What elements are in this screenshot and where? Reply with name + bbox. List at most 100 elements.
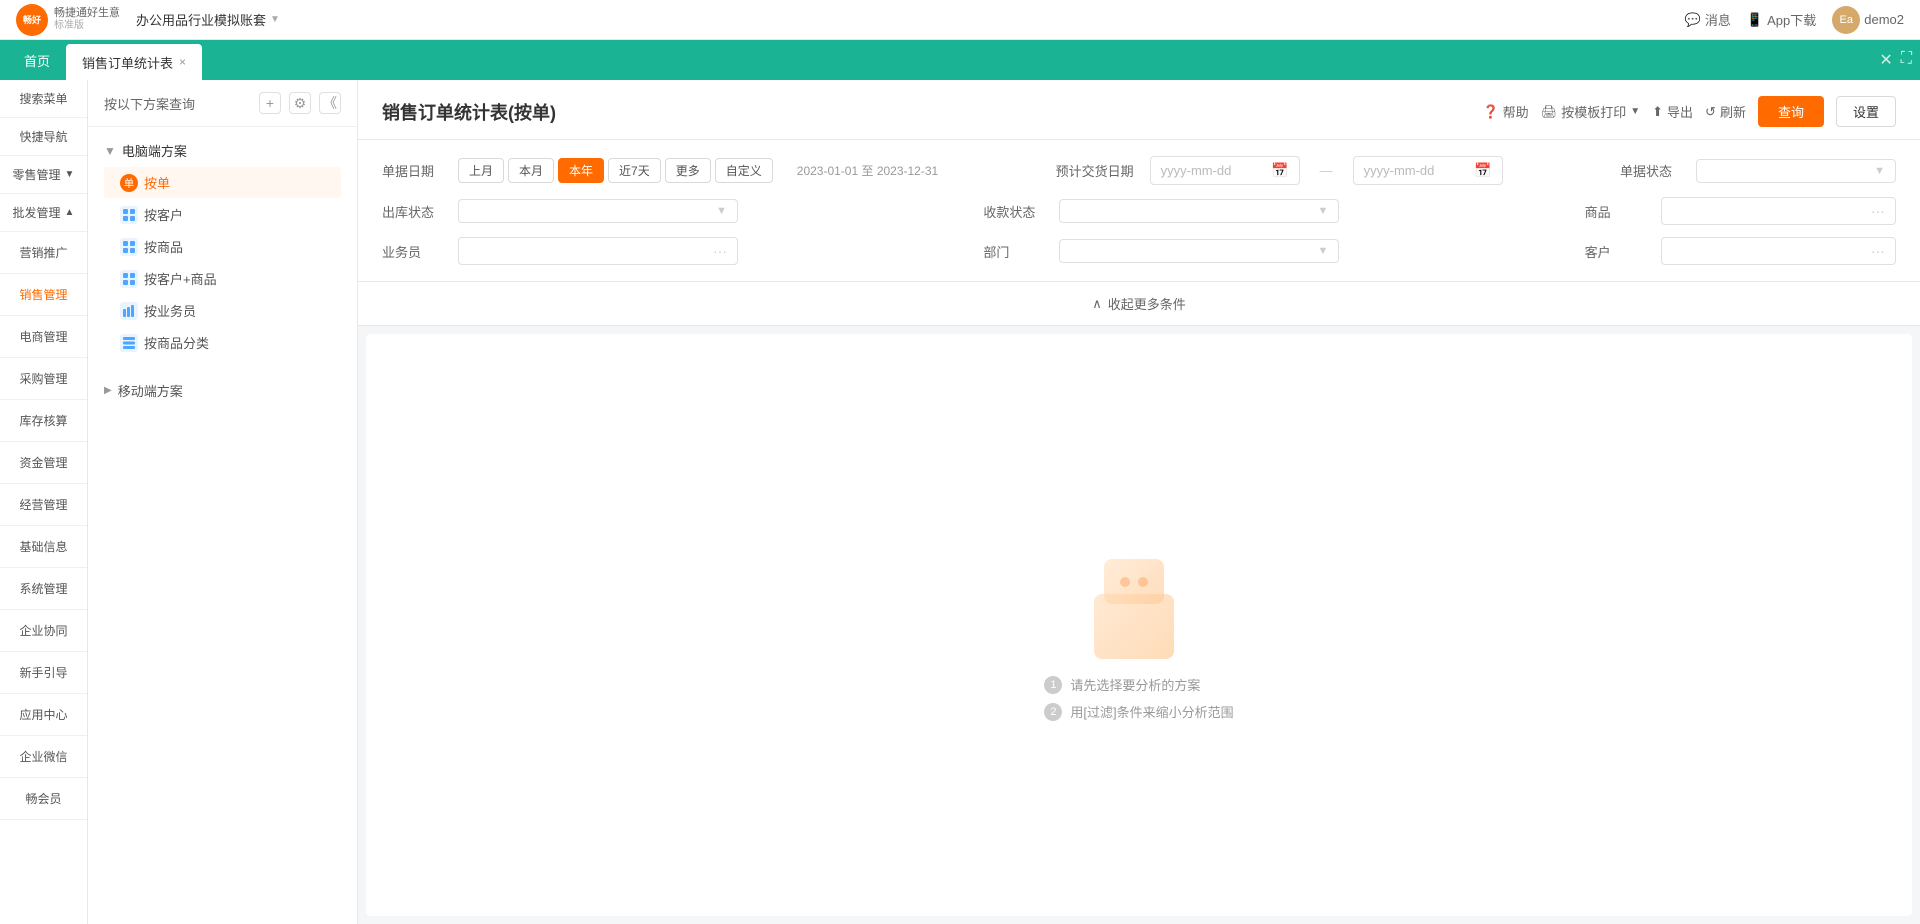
pc-section-title: ▼ 电脑端方案	[104, 135, 341, 166]
expected-date-label: 预计交货日期	[1056, 161, 1134, 180]
sidebar-quick-nav[interactable]: 快捷导航	[0, 118, 87, 156]
mobile-section: ▶ 移动端方案	[88, 367, 357, 414]
top-bar: 畅好 畅捷通好生意 标准版 办公用品行业模拟账套 ▼ 💬 消息 📱 App下载 …	[0, 0, 1920, 40]
export-icon: ⬆	[1652, 104, 1663, 120]
sidebar-item-wholesale[interactable]: 批发管理 ▲	[0, 194, 87, 232]
date-btn-custom[interactable]: 自定义	[715, 158, 773, 183]
print-icon: 🖨	[1541, 104, 1558, 120]
tab-home[interactable]: 首页	[8, 40, 66, 80]
app-selector[interactable]: 办公用品行业模拟账套 ▼	[136, 10, 280, 29]
collapse-bar: ∧ 收起更多条件	[358, 282, 1920, 326]
sidebar-item-finance[interactable]: 资金管理	[0, 442, 87, 484]
calendar-icon-start: 📅	[1271, 162, 1288, 179]
sidebar-item-operation[interactable]: 经营管理	[0, 484, 87, 526]
help-btn[interactable]: ❓ 帮助	[1482, 102, 1528, 121]
date-btn-more[interactable]: 更多	[665, 158, 711, 183]
user-area[interactable]: Ea demo2	[1832, 6, 1904, 34]
left-panel-header: 按以下方案查询 + ⚙ 《	[88, 80, 357, 127]
tip-num-2: 2	[1044, 703, 1062, 721]
scheme-icon-product	[120, 238, 138, 256]
scheme-icon-salesperson	[120, 302, 138, 320]
tree-expand-icon[interactable]: ▼	[104, 144, 116, 158]
maximize-icon[interactable]: ⛶	[1901, 50, 1912, 70]
dropdown-icon: ▼	[270, 14, 280, 25]
page-header: 销售订单统计表(按单) ❓ 帮助 🖨 按模板打印 ▼ ⬆ 导出	[358, 80, 1920, 140]
date-label: 单据日期	[382, 161, 442, 180]
date-btn-last-month[interactable]: 上月	[458, 158, 504, 183]
sidebar-item-cooperation[interactable]: 企业协同	[0, 610, 87, 652]
scheme-by-product-category[interactable]: 按商品分类	[104, 327, 341, 358]
collapse-icon: 《	[323, 93, 337, 113]
query-btn[interactable]: 查询	[1758, 96, 1824, 127]
settings-icon: ⚙	[294, 95, 307, 112]
sidebar-search[interactable]: 搜索菜单	[0, 80, 87, 118]
message-btn[interactable]: 💬 消息	[1685, 10, 1731, 29]
settings-btn[interactable]: 设置	[1836, 96, 1896, 127]
calendar-icon-end: 📅	[1474, 162, 1491, 179]
scheme-by-order[interactable]: 单 按单	[104, 167, 341, 198]
sidebar-item-basic[interactable]: 基础信息	[0, 526, 87, 568]
left-panel-title: 按以下方案查询	[104, 94, 195, 113]
logo-area: 畅好 畅捷通好生意 标准版	[16, 4, 120, 36]
settings-scheme-btn[interactable]: ⚙	[289, 92, 311, 114]
help-icon: ❓	[1482, 104, 1498, 120]
scheme-by-product[interactable]: 按商品	[104, 231, 341, 262]
delivery-arrow: ▼	[716, 205, 727, 217]
tab-sales-statistics[interactable]: 销售订单统计表 ×	[66, 44, 202, 80]
download-btn[interactable]: 📱 App下载	[1747, 10, 1816, 29]
tab-close-icon[interactable]: ×	[179, 55, 186, 69]
sidebar-item-newguide[interactable]: 新手引导	[0, 652, 87, 694]
print-dropdown-icon: ▼	[1630, 106, 1640, 117]
sidebar-item-appcenter[interactable]: 应用中心	[0, 694, 87, 736]
expected-end-date[interactable]: yyyy-mm-dd 📅	[1353, 156, 1503, 185]
filter-row-3: 业务员 ··· 部门 ▼ 客户 ···	[382, 237, 1896, 265]
date-btn-this-year[interactable]: 本年	[558, 158, 604, 183]
message-icon: 💬	[1685, 12, 1701, 28]
add-scheme-btn[interactable]: +	[259, 92, 281, 114]
customer-more-icon: ···	[1871, 243, 1885, 259]
sidebar-item-member[interactable]: 畅会员	[0, 778, 87, 820]
scheme-by-salesperson[interactable]: 按业务员	[104, 295, 341, 326]
sidebar: 搜索菜单 快捷导航 零售管理 ▼ 批发管理 ▲ 营销推广 销售管理 电商管理 采…	[0, 80, 88, 924]
sidebar-item-system[interactable]: 系统管理	[0, 568, 87, 610]
page-title: 销售订单统计表(按单)	[382, 99, 556, 125]
expected-start-date[interactable]: yyyy-mm-dd 📅	[1150, 156, 1300, 185]
payment-status-label: 收款状态	[983, 202, 1043, 221]
start-date-placeholder: yyyy-mm-dd	[1161, 163, 1266, 178]
close-window-icon[interactable]: ✕	[1879, 50, 1892, 70]
logo-text: 畅捷通好生意 标准版	[54, 7, 120, 32]
sidebar-item-marketing[interactable]: 营销推广	[0, 232, 87, 274]
scheme-icon-order: 单	[120, 174, 138, 192]
mobile-section-title[interactable]: ▶ 移动端方案	[104, 375, 341, 406]
sidebar-item-purchase[interactable]: 采购管理	[0, 358, 87, 400]
export-btn[interactable]: ⬆ 导出	[1652, 102, 1693, 121]
product-input[interactable]: ···	[1661, 197, 1896, 225]
sidebar-item-inventory[interactable]: 库存核算	[0, 400, 87, 442]
right-panel: 销售订单统计表(按单) ❓ 帮助 🖨 按模板打印 ▼ ⬆ 导出	[358, 80, 1920, 924]
customer-input[interactable]: ···	[1661, 237, 1896, 265]
sidebar-item-retail[interactable]: 零售管理 ▼	[0, 156, 87, 194]
delivery-status-select[interactable]: ▼	[458, 199, 738, 223]
top-bar-left: 畅好 畅捷通好生意 标准版 办公用品行业模拟账套 ▼	[16, 4, 280, 36]
refresh-btn[interactable]: ↺ 刷新	[1705, 102, 1746, 121]
end-date-placeholder: yyyy-mm-dd	[1364, 163, 1469, 178]
salesperson-input[interactable]: ···	[458, 237, 738, 265]
filter-row-1: 单据日期 上月 本月 本年 近7天 更多 自定义 2023-01-01 至 20…	[382, 156, 1896, 185]
tip-num-1: 1	[1044, 676, 1062, 694]
payment-status-select[interactable]: ▼	[1059, 199, 1339, 223]
date-btn-this-month[interactable]: 本月	[508, 158, 554, 183]
print-btn[interactable]: 🖨 按模板打印 ▼	[1541, 102, 1640, 121]
date-btn-last-7[interactable]: 近7天	[608, 158, 661, 183]
sidebar-item-sales[interactable]: 销售管理	[0, 274, 87, 316]
collapse-btn[interactable]: ∧ 收起更多条件	[1076, 290, 1202, 317]
status-select[interactable]: ▼	[1696, 159, 1896, 183]
sidebar-item-corpwechat[interactable]: 企业微信	[0, 736, 87, 778]
empty-state: 1 请先选择要分析的方案 2 用[过滤]条件来缩小分析范围	[366, 334, 1912, 916]
department-select[interactable]: ▼	[1059, 239, 1339, 263]
sidebar-item-ecommerce[interactable]: 电商管理	[0, 316, 87, 358]
left-panel-actions: + ⚙ 《	[259, 92, 341, 114]
collapse-panel-btn[interactable]: 《	[319, 92, 341, 114]
scheme-by-customer[interactable]: 按客户	[104, 199, 341, 230]
scheme-by-customer-product[interactable]: 按客户+商品	[104, 263, 341, 294]
status-label: 单据状态	[1620, 161, 1680, 180]
